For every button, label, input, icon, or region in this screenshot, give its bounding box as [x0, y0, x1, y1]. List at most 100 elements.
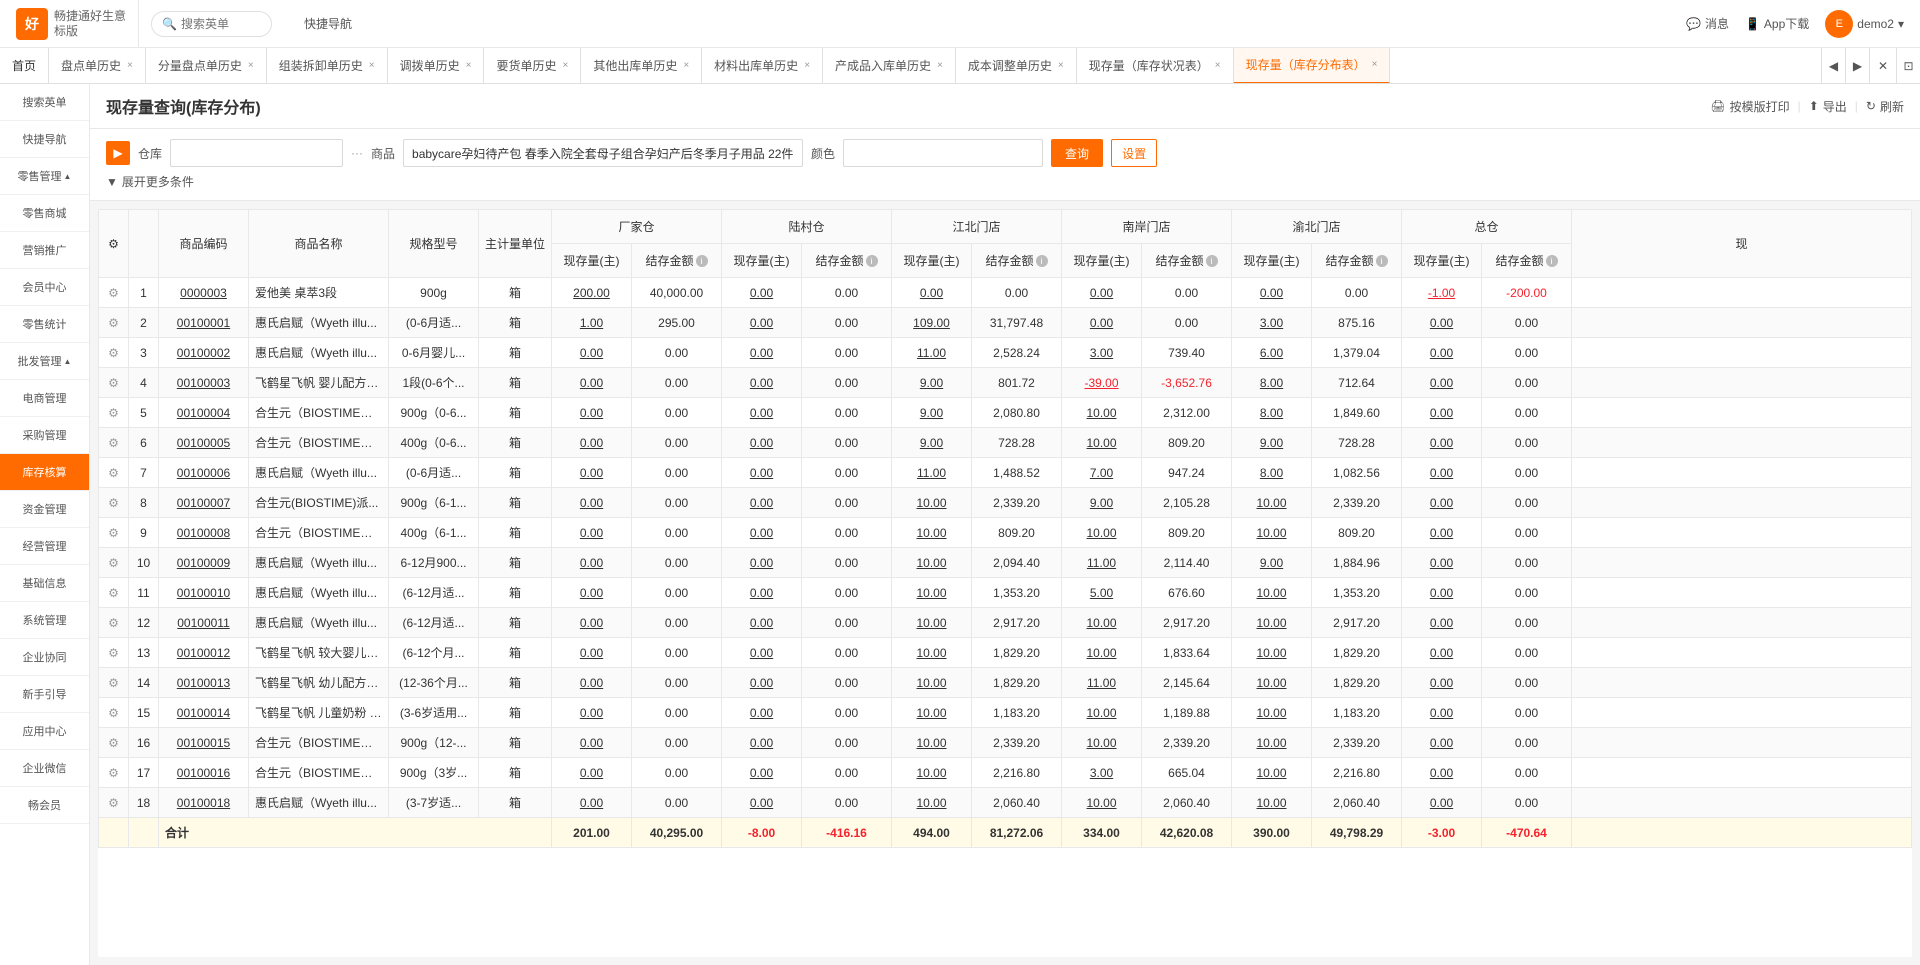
row-jb-qty[interactable]: 10.00: [892, 608, 972, 638]
sidebar-item-4[interactable]: 营销推广: [0, 232, 89, 269]
sidebar-item-16[interactable]: 新手引导: [0, 676, 89, 713]
tab-prev-btn[interactable]: ◀: [1821, 48, 1845, 84]
row-l-qty[interactable]: 0.00: [722, 458, 802, 488]
row-jb-qty[interactable]: 10.00: [892, 728, 972, 758]
sidebar-item-2[interactable]: 零售管理▲: [0, 158, 89, 195]
app-download-btn[interactable]: 📱 App下载: [1745, 15, 1809, 32]
row-settings[interactable]: ⚙: [99, 518, 129, 548]
row-total-qty[interactable]: 0.00: [1402, 368, 1482, 398]
row-na-qty[interactable]: 10.00: [1062, 788, 1142, 818]
tab-close-btn-3[interactable]: ×: [466, 60, 472, 71]
row-f-qty[interactable]: 0.00: [552, 668, 632, 698]
row-f-qty[interactable]: 0.00: [552, 548, 632, 578]
row-yb-qty[interactable]: 10.00: [1232, 758, 1312, 788]
tab-item-7[interactable]: 产成品入库单历史×: [823, 48, 956, 84]
row-yb-qty[interactable]: 0.00: [1232, 278, 1312, 308]
row-settings[interactable]: ⚙: [99, 548, 129, 578]
row-settings[interactable]: ⚙: [99, 638, 129, 668]
tab-close-btn-2[interactable]: ×: [369, 60, 375, 71]
tab-close-btn-5[interactable]: ×: [683, 60, 689, 71]
tab-item-1[interactable]: 分量盘点单历史×: [146, 48, 267, 84]
row-yb-qty[interactable]: 10.00: [1232, 668, 1312, 698]
row-l-qty[interactable]: 0.00: [722, 758, 802, 788]
row-settings[interactable]: ⚙: [99, 608, 129, 638]
sidebar-item-18[interactable]: 企业微信: [0, 750, 89, 787]
sidebar-item-12[interactable]: 经营管理: [0, 528, 89, 565]
row-settings[interactable]: ⚙: [99, 308, 129, 338]
row-settings[interactable]: ⚙: [99, 728, 129, 758]
row-jb-qty[interactable]: 10.00: [892, 548, 972, 578]
tab-close-btn-10[interactable]: ×: [1372, 59, 1378, 70]
row-total-qty[interactable]: 0.00: [1402, 578, 1482, 608]
row-na-qty[interactable]: 5.00: [1062, 578, 1142, 608]
row-l-qty[interactable]: 0.00: [722, 788, 802, 818]
warehouse-input[interactable]: [170, 139, 343, 167]
row-f-qty[interactable]: 0.00: [552, 758, 632, 788]
row-na-qty[interactable]: 7.00: [1062, 458, 1142, 488]
print-btn[interactable]: 🖨 按模版打印: [1710, 98, 1789, 115]
expand-more-btn[interactable]: ▼ 展开更多条件: [106, 173, 1904, 190]
row-jb-qty[interactable]: 10.00: [892, 488, 972, 518]
row-yb-qty[interactable]: 9.00: [1232, 548, 1312, 578]
row-settings[interactable]: ⚙: [99, 698, 129, 728]
row-jb-qty[interactable]: 10.00: [892, 638, 972, 668]
row-na-qty[interactable]: 10.00: [1062, 518, 1142, 548]
row-l-qty[interactable]: 0.00: [722, 308, 802, 338]
sidebar-item-6[interactable]: 零售统计: [0, 306, 89, 343]
row-yb-qty[interactable]: 10.00: [1232, 788, 1312, 818]
tab-item-0[interactable]: 盘点单历史×: [49, 48, 146, 84]
row-na-qty[interactable]: -39.00: [1062, 368, 1142, 398]
row-settings[interactable]: ⚙: [99, 668, 129, 698]
tab-item-4[interactable]: 要货单历史×: [484, 48, 581, 84]
row-jb-qty[interactable]: 9.00: [892, 398, 972, 428]
row-jb-qty[interactable]: 11.00: [892, 458, 972, 488]
row-total-qty[interactable]: 0.00: [1402, 308, 1482, 338]
refresh-btn[interactable]: ↻ 刷新: [1866, 98, 1904, 115]
tab-close-btn-7[interactable]: ×: [937, 60, 943, 71]
row-total-qty[interactable]: 0.00: [1402, 788, 1482, 818]
sidebar-item-14[interactable]: 系统管理: [0, 602, 89, 639]
row-settings[interactable]: ⚙: [99, 338, 129, 368]
tab-home[interactable]: 首页: [0, 48, 49, 84]
tab-item-8[interactable]: 成本调整单历史×: [956, 48, 1077, 84]
row-l-qty[interactable]: 0.00: [722, 668, 802, 698]
color-input[interactable]: [843, 139, 1043, 167]
row-l-qty[interactable]: 0.00: [722, 728, 802, 758]
row-jb-qty[interactable]: 10.00: [892, 788, 972, 818]
sidebar-item-5[interactable]: 会员中心: [0, 269, 89, 306]
row-na-qty[interactable]: 10.00: [1062, 728, 1142, 758]
row-f-qty[interactable]: 0.00: [552, 338, 632, 368]
row-f-qty[interactable]: 0.00: [552, 458, 632, 488]
row-yb-qty[interactable]: 3.00: [1232, 308, 1312, 338]
tab-item-9[interactable]: 现存量（库存状况表）×: [1077, 48, 1234, 84]
row-jb-qty[interactable]: 0.00: [892, 278, 972, 308]
row-total-qty[interactable]: 0.00: [1402, 518, 1482, 548]
row-yb-qty[interactable]: 9.00: [1232, 428, 1312, 458]
tab-close-all-btn[interactable]: ✕: [1869, 48, 1896, 84]
tab-close-btn-9[interactable]: ×: [1215, 60, 1221, 71]
row-l-qty[interactable]: 0.00: [722, 488, 802, 518]
row-l-qty[interactable]: 0.00: [722, 698, 802, 728]
row-na-qty[interactable]: 9.00: [1062, 488, 1142, 518]
row-jb-qty[interactable]: 9.00: [892, 428, 972, 458]
row-na-qty[interactable]: 11.00: [1062, 548, 1142, 578]
row-na-qty[interactable]: 10.00: [1062, 608, 1142, 638]
sidebar-item-17[interactable]: 应用中心: [0, 713, 89, 750]
sidebar-item-13[interactable]: 基础信息: [0, 565, 89, 602]
tab-close-btn-1[interactable]: ×: [248, 60, 254, 71]
row-settings[interactable]: ⚙: [99, 278, 129, 308]
row-l-qty[interactable]: 0.00: [722, 398, 802, 428]
tab-close-btn-8[interactable]: ×: [1058, 60, 1064, 71]
row-total-qty[interactable]: 0.00: [1402, 338, 1482, 368]
row-yb-qty[interactable]: 8.00: [1232, 368, 1312, 398]
sidebar-item-8[interactable]: 电商管理: [0, 380, 89, 417]
row-total-qty[interactable]: 0.00: [1402, 698, 1482, 728]
tab-expand-btn[interactable]: ⊡: [1896, 48, 1920, 84]
row-f-qty[interactable]: 200.00: [552, 278, 632, 308]
row-jb-qty[interactable]: 9.00: [892, 368, 972, 398]
row-settings[interactable]: ⚙: [99, 368, 129, 398]
nav-kuaijie[interactable]: 快捷导航: [296, 15, 360, 32]
row-f-qty[interactable]: 0.00: [552, 518, 632, 548]
tab-item-3[interactable]: 调拨单历史×: [388, 48, 485, 84]
row-na-qty[interactable]: 0.00: [1062, 308, 1142, 338]
